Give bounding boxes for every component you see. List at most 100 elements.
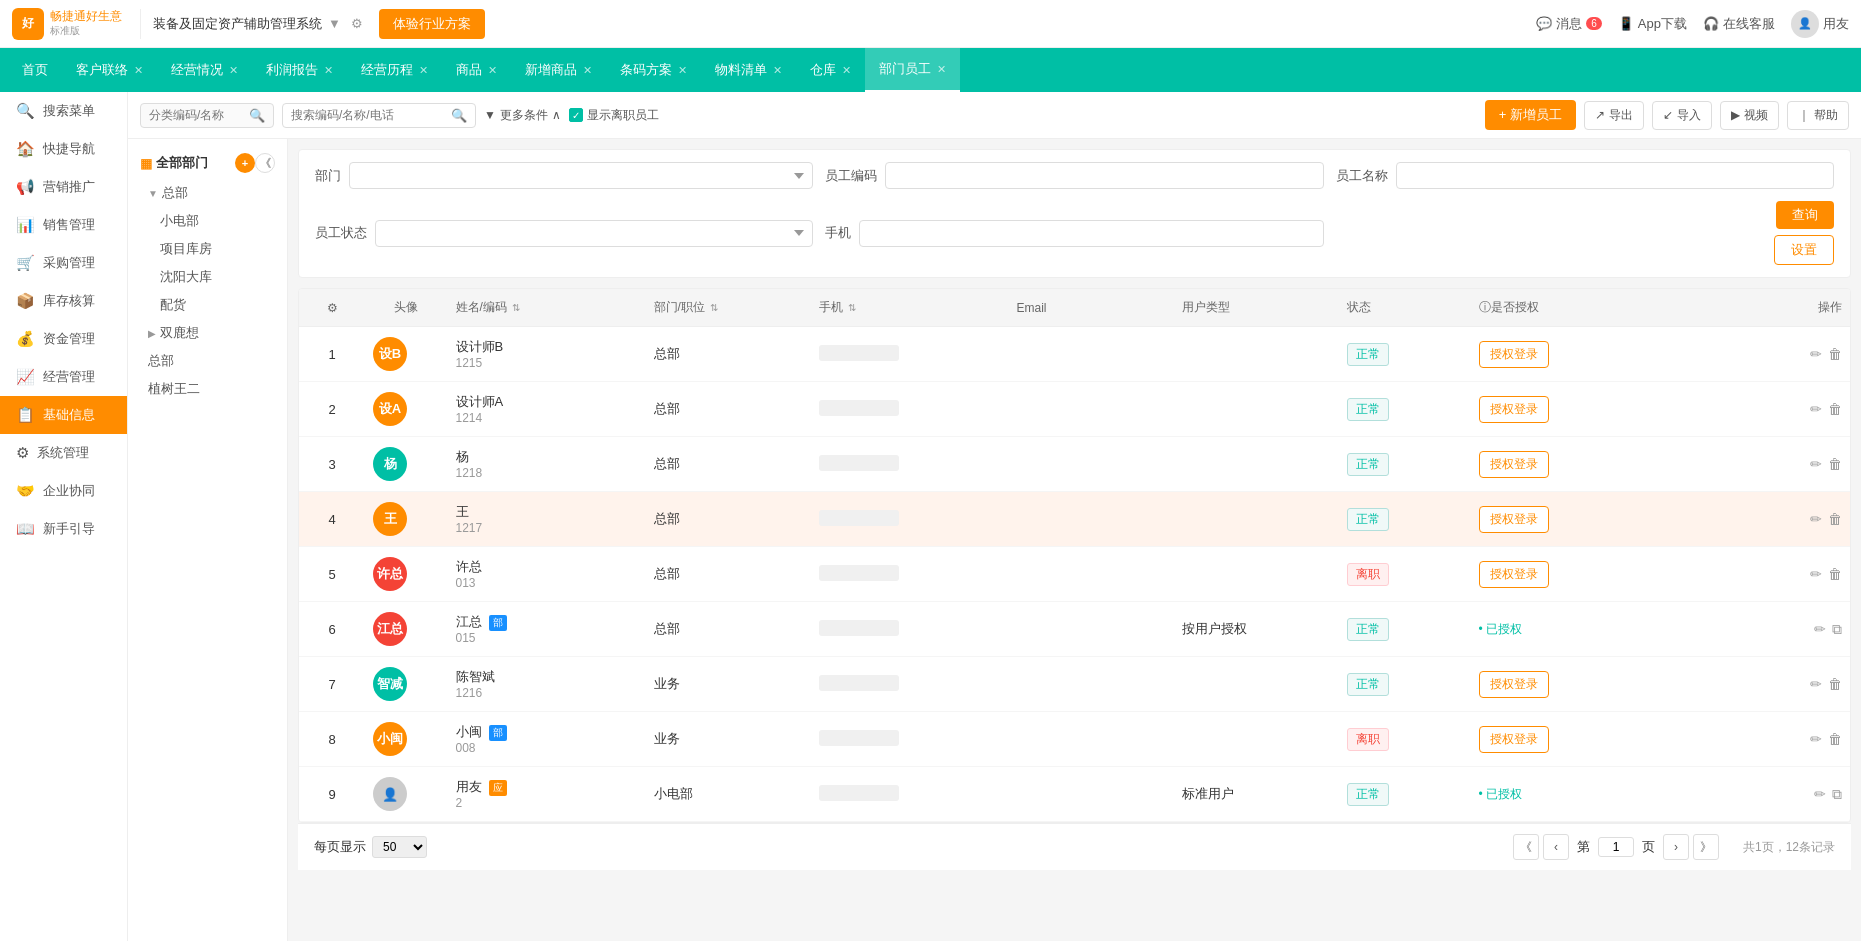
employee-search-bar[interactable]: 🔍 [282, 103, 476, 128]
tab-warehouse[interactable]: 仓库 ✕ [796, 48, 865, 92]
dept-select[interactable] [349, 162, 813, 189]
close-icon[interactable]: ✕ [419, 64, 428, 77]
sidebar-item-inventory[interactable]: 📦 库存核算 [0, 282, 127, 320]
close-icon[interactable]: ✕ [773, 64, 782, 77]
dept-node-peihuo[interactable]: 配货 [128, 291, 287, 319]
trial-button[interactable]: 体验行业方案 [379, 9, 485, 39]
sidebar-item-collab[interactable]: 🤝 企业协同 [0, 472, 127, 510]
col-header-name[interactable]: 姓名/编码 ⇅ [448, 289, 646, 327]
close-icon[interactable]: ✕ [842, 64, 851, 77]
edit-button[interactable]: ✏ [1814, 621, 1826, 638]
query-button[interactable]: 查询 [1776, 201, 1834, 229]
dept-node-xiangmu[interactable]: 项目库房 [128, 235, 287, 263]
copy-button[interactable]: ⧉ [1832, 621, 1842, 638]
first-page-button[interactable]: 《 [1513, 834, 1539, 860]
auth-button[interactable]: 授权登录 [1479, 726, 1549, 753]
export-button[interactable]: ↗ 导出 [1584, 101, 1644, 130]
close-icon[interactable]: ✕ [488, 64, 497, 77]
sidebar-item-system[interactable]: ⚙ 系统管理 [0, 434, 127, 472]
user-area[interactable]: 👤 用友 [1791, 10, 1849, 38]
auth-button[interactable]: 授权登录 [1479, 671, 1549, 698]
sidebar-item-marketing[interactable]: 📢 营销推广 [0, 168, 127, 206]
edit-button[interactable]: ✏ [1814, 786, 1826, 803]
phone-input[interactable] [859, 220, 1323, 247]
video-button[interactable]: ▶ 视频 [1720, 101, 1779, 130]
gear-icon[interactable]: ⚙ [351, 16, 363, 31]
sidebar-item-basics[interactable]: 📋 基础信息 [0, 396, 127, 434]
sidebar-item-purchase[interactable]: 🛒 采购管理 [0, 244, 127, 282]
close-icon[interactable]: ✕ [937, 63, 946, 76]
app-download-btn[interactable]: 📱 App下载 [1618, 15, 1687, 33]
edit-button[interactable]: ✏ [1810, 401, 1822, 417]
edit-button[interactable]: ✏ [1810, 346, 1822, 362]
tab-operation[interactable]: 经营情况 ✕ [157, 48, 252, 92]
more-filter-button[interactable]: ▼ 更多条件 ∧ [484, 107, 561, 124]
tab-goods[interactable]: 商品 ✕ [442, 48, 511, 92]
emp-name-input[interactable] [1396, 162, 1834, 189]
dept-node-zongbu2[interactable]: 总部 [128, 347, 287, 375]
copy-button[interactable]: ⧉ [1832, 786, 1842, 803]
delete-button[interactable]: 🗑 [1828, 511, 1842, 527]
page-input[interactable] [1598, 837, 1634, 857]
per-page-select[interactable]: 50 100 [372, 836, 427, 858]
tab-home[interactable]: 首页 [8, 48, 62, 92]
edit-button[interactable]: ✏ [1810, 456, 1822, 472]
next-page-button[interactable]: › [1663, 834, 1689, 860]
delete-button[interactable]: 🗑 [1828, 676, 1842, 692]
setting-button[interactable]: 设置 [1774, 235, 1834, 265]
last-page-button[interactable]: 》 [1693, 834, 1719, 860]
employee-search-icon[interactable]: 🔍 [451, 108, 467, 123]
edit-button[interactable]: ✏ [1810, 676, 1822, 692]
col-header-phone[interactable]: 手机 ⇅ [811, 289, 1009, 327]
edit-button[interactable]: ✏ [1810, 566, 1822, 582]
tab-add-goods[interactable]: 新增商品 ✕ [511, 48, 606, 92]
close-icon[interactable]: ✕ [583, 64, 592, 77]
sidebar-item-sales[interactable]: 📊 销售管理 [0, 206, 127, 244]
sidebar-item-nav[interactable]: 🏠 快捷导航 [0, 130, 127, 168]
dept-node-zhishu[interactable]: 植树王二 [128, 375, 287, 403]
auth-button[interactable]: 授权登录 [1479, 506, 1549, 533]
message-btn[interactable]: 💬 消息 6 [1536, 15, 1602, 33]
edit-button[interactable]: ✏ [1810, 511, 1822, 527]
close-icon[interactable]: ✕ [134, 64, 143, 77]
emp-status-select[interactable] [375, 220, 813, 247]
auth-button[interactable]: 授权登录 [1479, 396, 1549, 423]
tab-employees[interactable]: 部门员工 ✕ [865, 48, 960, 92]
help-button[interactable]: ｜ 帮助 [1787, 101, 1849, 130]
delete-button[interactable]: 🗑 [1828, 456, 1842, 472]
system-arrow-icon[interactable]: ▼ [328, 16, 341, 31]
dept-node-zongbu[interactable]: ▼ 总部 [128, 179, 287, 207]
prev-page-button[interactable]: ‹ [1543, 834, 1569, 860]
col-header-settings[interactable]: ⚙ [299, 289, 365, 327]
auth-button[interactable]: 授权登录 [1479, 561, 1549, 588]
tab-profit[interactable]: 利润报告 ✕ [252, 48, 347, 92]
online-service-btn[interactable]: 🎧 在线客服 [1703, 15, 1775, 33]
close-icon[interactable]: ✕ [229, 64, 238, 77]
sidebar-item-finance[interactable]: 💰 资金管理 [0, 320, 127, 358]
dept-node-shuanglu[interactable]: ▶ 双鹿想 [128, 319, 287, 347]
close-icon[interactable]: ✕ [678, 64, 687, 77]
delete-button[interactable]: 🗑 [1828, 731, 1842, 747]
delete-button[interactable]: 🗑 [1828, 566, 1842, 582]
show-inactive-area[interactable]: ✓ 显示离职员工 [569, 107, 659, 124]
classify-search-area[interactable]: 🔍 [140, 103, 274, 128]
close-icon[interactable]: ✕ [324, 64, 333, 77]
sidebar-item-search[interactable]: 🔍 搜索菜单 [0, 92, 127, 130]
delete-button[interactable]: 🗑 [1828, 346, 1842, 362]
auth-button[interactable]: 授权登录 [1479, 341, 1549, 368]
auth-button[interactable]: 授权登录 [1479, 451, 1549, 478]
edit-button[interactable]: ✏ [1810, 731, 1822, 747]
dept-node-shenyang[interactable]: 沈阳大库 [128, 263, 287, 291]
tab-customer[interactable]: 客户联络 ✕ [62, 48, 157, 92]
emp-code-input[interactable] [885, 162, 1323, 189]
dept-node-xiaodian[interactable]: 小电部 [128, 207, 287, 235]
tab-barcode[interactable]: 条码方案 ✕ [606, 48, 701, 92]
delete-button[interactable]: 🗑 [1828, 401, 1842, 417]
classify-input[interactable] [149, 108, 249, 122]
import-button[interactable]: ↙ 导入 [1652, 101, 1712, 130]
tab-history[interactable]: 经营历程 ✕ [347, 48, 442, 92]
add-employee-button[interactable]: + 新增员工 [1485, 100, 1576, 130]
collapse-icon[interactable]: 《 [255, 153, 275, 173]
show-inactive-checkbox[interactable]: ✓ [569, 108, 583, 122]
add-dept-icon[interactable]: + [235, 153, 255, 173]
